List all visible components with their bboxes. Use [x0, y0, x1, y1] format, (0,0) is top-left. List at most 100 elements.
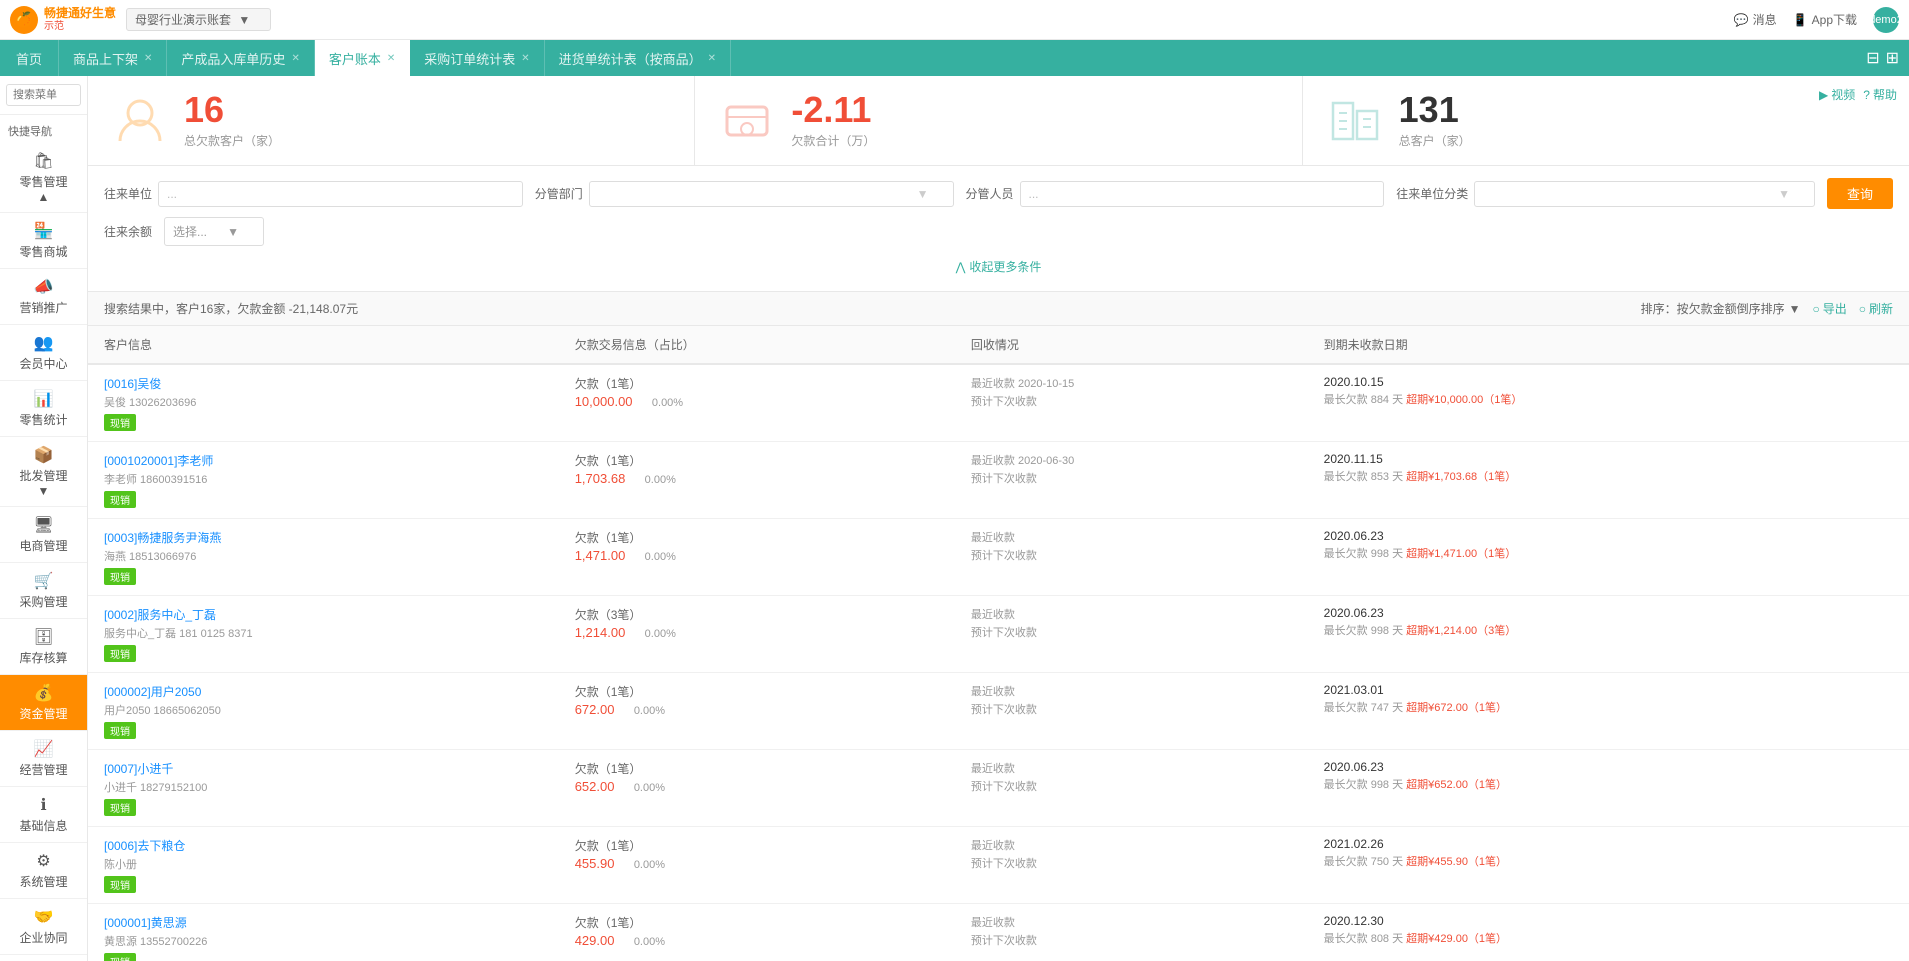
overdue-amount[interactable]: 超期¥455.90（1笔）	[1406, 856, 1507, 868]
maximize-icon[interactable]: ⊞	[1886, 48, 1899, 68]
tab-close-icon[interactable]: ✕	[387, 53, 395, 64]
customer-phone: 吴俊 13026203696	[104, 394, 543, 410]
export-button[interactable]: ○ 导出	[1812, 300, 1846, 317]
sidebar-item-member-center[interactable]: 👥 会员中心	[0, 325, 87, 381]
query-button[interactable]: 查询	[1827, 178, 1893, 209]
sidebar-search-input[interactable]	[6, 84, 81, 106]
overdue-amount[interactable]: 超期¥1,703.68（1笔）	[1406, 471, 1516, 483]
debt-count: 欠款（1笔）	[575, 452, 939, 469]
cell-customer-info: [0007]小进千 小进千 18279152100 现销	[88, 750, 559, 827]
overdue-info: 最长欠款 750 天 超期¥455.90（1笔）	[1324, 853, 1893, 869]
filter-row-2: 往来余额 选择... ▼	[104, 217, 1893, 246]
overdue-amount[interactable]: 超期¥429.00（1笔）	[1406, 933, 1507, 945]
tab-close-icon[interactable]: ✕	[708, 53, 716, 64]
due-date: 2021.03.01	[1324, 683, 1893, 697]
tab-purchase-order[interactable]: 采购订单统计表 ✕	[410, 40, 544, 76]
source-unit-dots: ...	[167, 187, 177, 201]
customer-name-link[interactable]: [0016]吴俊	[104, 375, 543, 392]
customer-name-link[interactable]: [0001020001]李老师	[104, 452, 543, 469]
overdue-amount[interactable]: 超期¥1,214.00（3笔）	[1406, 625, 1516, 637]
sidebar-item-finance-mgmt[interactable]: 💰 资金管理	[0, 675, 87, 731]
sidebar-item-ops-mgmt[interactable]: 📈 经营管理	[0, 731, 87, 787]
customer-name-link[interactable]: [0003]畅捷服务尹海燕	[104, 529, 543, 546]
manager-dots: ...	[1029, 187, 1039, 201]
owing-label: 总欠款客户（家）	[184, 132, 280, 149]
overdue-amount[interactable]: 超期¥1,471.00（1笔）	[1406, 548, 1516, 560]
customer-name-link[interactable]: [000001]黄思源	[104, 914, 543, 931]
sidebar-item-new-guide[interactable]: 🔰 新手引导	[0, 955, 87, 961]
overdue-amount[interactable]: 超期¥672.00（1笔）	[1406, 702, 1507, 714]
company-selector[interactable]: 母婴行业演示账套 ▼	[126, 8, 271, 31]
sidebar-item-marketing[interactable]: 📣 营销推广	[0, 269, 87, 325]
collapse-label: 收起更多条件	[969, 258, 1041, 275]
tab-close-icon[interactable]: ✕	[291, 53, 299, 64]
debt-amount: 10,000.00	[575, 394, 633, 409]
app-title: 畅捷通好生意	[44, 6, 116, 20]
debt-percent: 0.00%	[634, 705, 665, 717]
tab-customer-account[interactable]: 客户账本 ✕	[315, 40, 410, 76]
cell-debt-info: 欠款（3笔） 1,214.00 0.00%	[559, 596, 955, 673]
sidebar-item-ecom-mgmt[interactable]: 🖥 电商管理	[0, 507, 87, 563]
cell-due-date: 2021.02.26 最长欠款 750 天 超期¥455.90（1笔）	[1308, 827, 1909, 904]
main-content: 快捷导航 🛍 零售管理 ▲ 🏪 零售商城 📣 营销推广 👥 会员中心 📊 零售统…	[0, 76, 1909, 961]
table-header-row: 客户信息 欠款交易信息（占比） 回收情况 到期未收款日期	[88, 326, 1909, 364]
col-collection: 回收情况	[955, 326, 1308, 364]
manager-input[interactable]: ...	[1020, 181, 1385, 207]
sidebar-item-retail-mgmt[interactable]: 🛍 零售管理 ▲	[0, 143, 87, 213]
stats-row: 16 总欠款客户（家） -2.11 欠款合	[88, 76, 1909, 166]
filter-area: 往来单位 ... 分管部门 ▼ 分管人员	[88, 166, 1909, 292]
sidebar-item-batch-mgmt[interactable]: 📦 批发管理 ▼	[0, 437, 87, 507]
sort-button[interactable]: 排序：按欠款金额倒序排序 ▼	[1641, 300, 1801, 317]
sidebar-item-inventory[interactable]: 🗄 库存核算	[0, 619, 87, 675]
customer-name-link[interactable]: [0007]小进千	[104, 760, 543, 777]
video-button[interactable]: ▶ 视频	[1819, 86, 1855, 103]
sidebar-item-retail-stats[interactable]: 📊 零售统计	[0, 381, 87, 437]
sidebar-item-basic-info[interactable]: ℹ 基础信息	[0, 787, 87, 843]
cell-collection: 最近收款 2020-06-30 预计下次收款	[955, 442, 1308, 519]
tab-product-shelf[interactable]: 商品上下架 ✕	[59, 40, 167, 76]
tab-product-history[interactable]: 产成品入库单历史 ✕	[167, 40, 314, 76]
department-select[interactable]: ▼	[589, 181, 954, 207]
refresh-button[interactable]: ○ 刷新	[1859, 300, 1893, 317]
sidebar-item-purchase-mgmt[interactable]: 🛒 采购管理	[0, 563, 87, 619]
table-row: [0007]小进千 小进千 18279152100 现销 欠款（1笔） 652.…	[88, 750, 1909, 827]
source-unit-category-select[interactable]: ▼	[1474, 181, 1815, 207]
marketing-icon: 📣	[34, 277, 54, 297]
tab-close-icon[interactable]: ✕	[521, 53, 529, 64]
tab-home[interactable]: 首页	[0, 40, 59, 76]
results-area: 搜索结果中，客户16家，欠款金额 -21,148.07元 排序：按欠款金额倒序排…	[88, 292, 1909, 961]
sidebar-item-system-mgmt[interactable]: ⚙ 系统管理	[0, 843, 87, 899]
source-unit-input[interactable]: ...	[158, 181, 523, 207]
customer-name-link[interactable]: [0002]服务中心_丁磊	[104, 606, 543, 623]
next-collection: 预计下次收款	[971, 470, 1292, 486]
sidebar-item-retail-mall[interactable]: 🏪 零售商城	[0, 213, 87, 269]
filter-department: 分管部门 ▼	[535, 181, 954, 207]
overdue-amount[interactable]: 超期¥652.00（1笔）	[1406, 779, 1507, 791]
app-download-button[interactable]: 📱 App下载	[1793, 11, 1857, 28]
debt-count: 欠款（1笔）	[575, 914, 939, 931]
customer-name-link[interactable]: [000002]用户2050	[104, 683, 543, 700]
debt-amount: 1,471.00	[575, 548, 626, 563]
next-collection: 预计下次收款	[971, 624, 1292, 640]
minimize-icon[interactable]: ⊟	[1866, 48, 1879, 68]
sidebar-item-enterprise-collab[interactable]: 🤝 企业协同	[0, 899, 87, 955]
recent-collection: 最近收款	[971, 606, 1292, 622]
top-bar-left: 🍊 畅捷通好生意 示范 母婴行业演示账套 ▼	[10, 6, 271, 34]
debt-percent: 0.00%	[634, 859, 665, 871]
filter-manager: 分管人员 ...	[966, 181, 1385, 207]
message-button[interactable]: 💬 消息	[1734, 11, 1777, 28]
remainder-select[interactable]: 选择... ▼	[164, 217, 264, 246]
tab-close-icon[interactable]: ✕	[144, 53, 152, 64]
sidebar-search-area	[0, 76, 87, 115]
filter-source-unit-category: 往来单位分类 ▼	[1396, 181, 1815, 207]
customer-name-link[interactable]: [0006]去下粮仓	[104, 837, 543, 854]
collapse-button[interactable]: ⋀ 收起更多条件	[948, 254, 1050, 279]
top-bar: 🍊 畅捷通好生意 示范 母婴行业演示账套 ▼ 💬 消息 📱 App下载 d	[0, 0, 1909, 40]
next-collection: 预计下次收款	[971, 855, 1292, 871]
user-avatar[interactable]: demo2	[1873, 7, 1899, 33]
tab-import-stats[interactable]: 进货单统计表（按商品） ✕	[545, 40, 731, 76]
ecom-icon: 🖥	[33, 515, 53, 535]
sidebar-item-label: 零售管理	[19, 173, 67, 190]
help-button[interactable]: ? 帮助	[1863, 86, 1897, 103]
overdue-amount[interactable]: 超期¥10,000.00（1笔）	[1406, 394, 1522, 406]
